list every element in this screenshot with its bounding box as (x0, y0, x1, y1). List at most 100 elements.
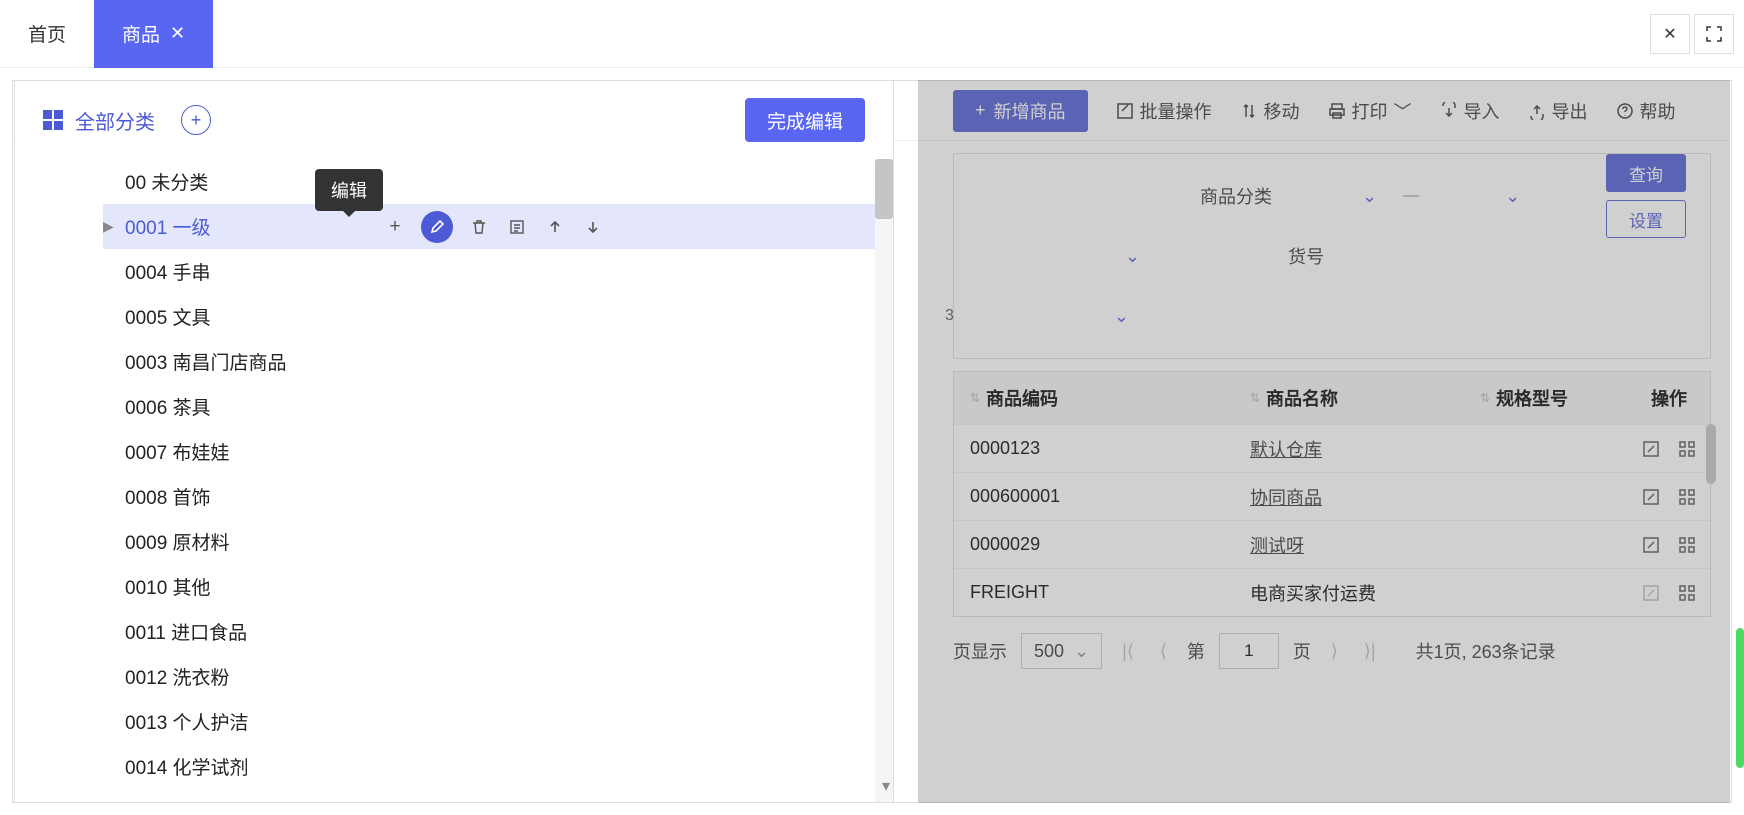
per-page-label: 页显示 (953, 638, 1007, 664)
tree-item-label: 0001 一级 (125, 213, 211, 240)
sort-icon[interactable]: ⇅ (1480, 391, 1490, 405)
row-edit-icon[interactable] (1642, 440, 1660, 458)
tree-item[interactable]: 0005 文具 (103, 294, 893, 339)
move-down-icon[interactable] (581, 215, 605, 239)
tree-item-label: 0003 南昌门店商品 (125, 348, 287, 375)
tree-item[interactable]: 0006 茶具 (103, 384, 893, 429)
row-more-icon[interactable] (1678, 536, 1696, 554)
tab-home[interactable]: 首页 (0, 0, 94, 68)
tree-item-label: 0008 首饰 (125, 483, 211, 510)
close-icon[interactable]: ✕ (170, 23, 185, 44)
print-button[interactable]: 打印 ﹀ (1328, 98, 1412, 124)
next-page-icon[interactable]: ⟩ (1325, 641, 1344, 662)
edit-icon[interactable] (421, 211, 453, 243)
tab-product[interactable]: 商品 ✕ (94, 0, 213, 68)
tree-item[interactable]: ▶ 0001 一级 + (103, 204, 893, 249)
fullscreen-icon[interactable] (1694, 14, 1734, 54)
table-scrollbar[interactable] (1706, 424, 1716, 484)
delete-icon[interactable] (467, 215, 491, 239)
cell-name: 电商买家付运费 (1234, 580, 1464, 606)
batch-ops-button[interactable]: 批量操作 (1116, 98, 1212, 124)
tree-item[interactable]: 0009 原材料 (103, 519, 893, 564)
tree-item[interactable]: 00 未分类 (103, 159, 893, 204)
move-up-icon[interactable] (543, 215, 567, 239)
row-edit-icon[interactable] (1642, 584, 1660, 602)
settings-button[interactable]: 设置 (1606, 200, 1686, 238)
tree-item[interactable]: 0011 进口食品 (103, 609, 893, 654)
filter-category-label: 商品分类 (1200, 183, 1272, 209)
accent-bar (1736, 628, 1744, 768)
export-button[interactable]: 导出 (1528, 98, 1588, 124)
edit-icon (1116, 102, 1134, 120)
page-size-select[interactable]: 500 ⌄ (1021, 633, 1102, 669)
tree-item[interactable]: 0004 手串 (103, 249, 893, 294)
tree-item[interactable]: 0012 洗衣粉 (103, 654, 893, 699)
export-label: 导出 (1552, 98, 1588, 124)
filter-article-label: 货号 (1252, 243, 1324, 269)
tree-item[interactable]: 0014 化学试剂 (103, 744, 893, 789)
table-row: 0000029测试呀 (954, 520, 1710, 568)
close-all-icon[interactable]: ✕ (1650, 14, 1690, 54)
row-edit-icon[interactable] (1642, 488, 1660, 506)
product-name-link: 电商买家付运费 (1250, 580, 1376, 606)
col-name-label: 商品名称 (1266, 385, 1338, 411)
all-categories-label[interactable]: 全部分类 (75, 106, 155, 135)
tree-scrollbar-thumb[interactable] (875, 159, 893, 219)
tree-item-label: 0010 其他 (125, 573, 211, 600)
row-edit-icon[interactable] (1642, 536, 1660, 554)
cell-op (1604, 584, 1710, 602)
print-label: 打印 (1352, 98, 1388, 124)
scroll-down-icon[interactable]: ▾ (882, 776, 890, 796)
range-dash: — (1403, 187, 1419, 205)
row-more-icon[interactable] (1678, 440, 1696, 458)
tree-item[interactable]: 0007 布娃娃 (103, 429, 893, 474)
last-page-icon[interactable]: ⟩| (1358, 641, 1382, 662)
import-button[interactable]: 导入 (1440, 98, 1500, 124)
row-more-icon[interactable] (1678, 584, 1696, 602)
chevron-down-icon: ⌄ (1074, 641, 1089, 662)
prev-page-icon[interactable]: ⟨ (1154, 641, 1173, 662)
col-spec-label: 规格型号 (1496, 385, 1568, 411)
tree-item[interactable]: 0010 其他 (103, 564, 893, 609)
add-child-icon[interactable]: + (383, 215, 407, 239)
product-name-link[interactable]: 测试呀 (1250, 532, 1304, 558)
tree-item-label: 0005 文具 (125, 303, 211, 330)
sort-icon[interactable]: ⇅ (970, 391, 980, 405)
help-button[interactable]: 帮助 (1616, 98, 1676, 124)
done-edit-button[interactable]: 完成编辑 (745, 98, 865, 142)
tree-item-label: 0006 茶具 (125, 393, 211, 420)
caret-right-icon[interactable]: ▶ (103, 218, 114, 235)
add-category-button[interactable]: + (181, 105, 211, 135)
product-name-link[interactable]: 协同商品 (1250, 484, 1322, 510)
print-icon (1328, 102, 1346, 120)
row-more-icon[interactable] (1678, 488, 1696, 506)
product-name-link[interactable]: 默认仓库 (1250, 436, 1322, 462)
product-table: ⇅商品编码 ⇅商品名称 ⇅规格型号 操作 0000123默认仓库00060000… (953, 371, 1711, 617)
chevron-down-icon[interactable]: ⌄ (1505, 186, 1520, 207)
export-icon (1528, 102, 1546, 120)
first-page-icon[interactable]: |⟨ (1116, 641, 1140, 662)
move-button[interactable]: 移动 (1240, 98, 1300, 124)
query-button[interactable]: 查询 (1606, 154, 1686, 192)
import-label: 导入 (1464, 98, 1500, 124)
tree-item-label: 0009 原材料 (125, 528, 230, 555)
tree-item[interactable]: 0008 首饰 (103, 474, 893, 519)
cell-name: 测试呀 (1234, 532, 1464, 558)
tree-row-actions: + (383, 204, 605, 249)
chevron-down-icon[interactable]: ⌄ (1125, 246, 1140, 267)
tree-item[interactable]: 0013 个人护洁 (103, 699, 893, 744)
edit-tooltip: 编辑 (315, 169, 383, 211)
page-input[interactable] (1219, 633, 1279, 669)
rank-icon[interactable] (505, 215, 529, 239)
table-header: ⇅商品编码 ⇅商品名称 ⇅规格型号 操作 (954, 372, 1710, 424)
grid-icon (43, 110, 63, 130)
move-label: 移动 (1264, 98, 1300, 124)
chevron-down-icon[interactable]: ⌄ (1362, 186, 1377, 207)
page-label: 第 (1187, 638, 1205, 664)
cell-code: 0000123 (954, 438, 1234, 459)
chevron-down-icon[interactable]: ⌄ (1114, 306, 1129, 327)
add-product-button[interactable]: + 新增商品 (953, 90, 1088, 132)
tree-item[interactable]: 0003 南昌门店商品 (103, 339, 893, 384)
tree-scrollbar-track[interactable] (875, 159, 893, 802)
sort-icon[interactable]: ⇅ (1250, 391, 1260, 405)
